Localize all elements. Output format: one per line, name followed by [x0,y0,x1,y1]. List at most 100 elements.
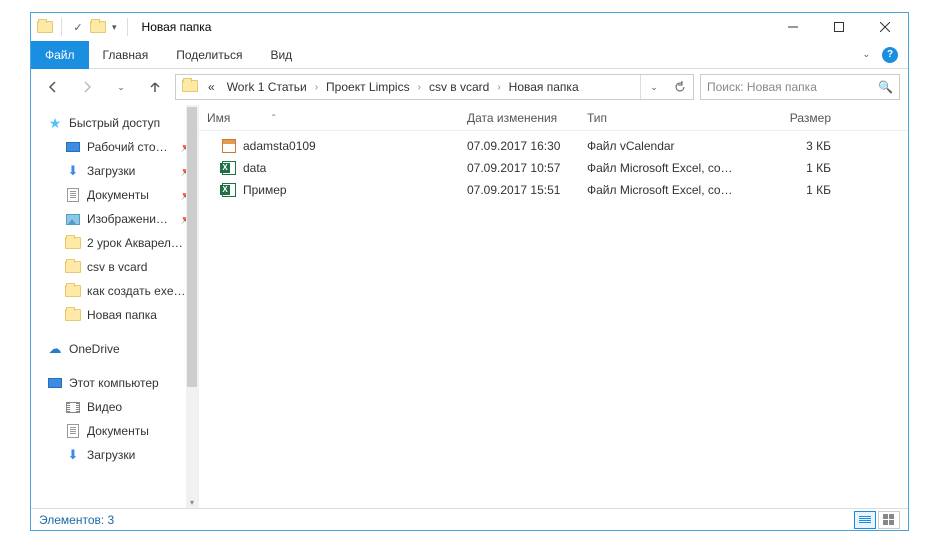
sidebar-downloads[interactable]: ⬇Загрузки📌 [31,159,198,183]
nav-label: csv в vcard [87,260,147,274]
sidebar-folder-2[interactable]: csv в vcard [31,255,198,279]
properties-icon[interactable]: ✓ [70,19,86,35]
address-history-dropdown[interactable]: ⌄ [641,75,667,99]
desktop-icon [65,139,81,155]
sidebar-quick-access[interactable]: ★ Быстрый доступ [31,111,198,135]
nav-label: Этот компьютер [69,376,159,390]
sidebar-folder-1[interactable]: 2 урок Акварел… [31,231,198,255]
nav-label: Документы [87,188,149,202]
chevron-right-icon[interactable]: › [416,82,423,93]
search-input[interactable] [707,80,878,94]
video-icon [65,399,81,415]
download-icon: ⬇ [65,447,81,463]
star-icon: ★ [47,115,63,131]
tab-share[interactable]: Поделиться [162,41,256,69]
address-folder-icon [176,80,202,95]
nav-label: как создать exe… [87,284,186,298]
file-row[interactable]: adamsta010907.09.2017 16:30Файл vCalenda… [199,135,908,157]
scrollbar-down-icon[interactable]: ▾ [186,496,198,508]
qat-folder-icon[interactable] [90,19,106,35]
column-size[interactable]: Размер [759,105,839,130]
breadcrumb-3[interactable]: Новая папка [503,75,585,99]
nav-scrollbar[interactable]: ▾ [186,105,198,508]
column-headers: Имя⌃ Дата изменения Тип Размер [199,105,908,131]
tab-view[interactable]: Вид [256,41,306,69]
pc-icon [47,375,63,391]
file-list-pane: Имя⌃ Дата изменения Тип Размер adamsta01… [199,105,908,508]
nav-label: Видео [87,400,122,414]
file-row[interactable]: data 07.09.2017 10:57Файл Microsoft Excel… [199,157,908,179]
file-type: Файл Microsoft Excel, co… [579,179,759,201]
sidebar-downloads-2[interactable]: ⬇ Загрузки [31,443,198,467]
column-name[interactable]: Имя⌃ [199,105,459,130]
folder-icon [37,19,53,35]
nav-label: Изображени… [87,212,168,226]
qat-dropdown-icon[interactable]: ▾ [110,22,119,33]
column-date[interactable]: Дата изменения [459,105,579,130]
sort-indicator-icon: ⌃ [270,113,277,122]
vcal-icon [221,138,237,154]
nav-label: 2 урок Акварел… [87,236,183,250]
file-name: adamsta0109 [243,139,316,153]
view-details-button[interactable] [854,511,876,529]
close-button[interactable] [862,13,908,41]
ribbon-tabs: Файл Главная Поделиться Вид ⌄ ? [31,41,908,69]
search-icon[interactable]: 🔍 [878,80,893,94]
sidebar-folder-4[interactable]: Новая папка [31,303,198,327]
forward-button[interactable] [73,73,101,101]
back-button[interactable] [39,73,67,101]
help-icon[interactable]: ? [882,47,898,63]
title-bar: ✓ ▾ Новая папка [31,13,908,41]
view-large-button[interactable] [878,511,900,529]
sidebar-folder-3[interactable]: как создать exe… [31,279,198,303]
file-row[interactable]: Пример07.09.2017 15:51Файл Microsoft Exc… [199,179,908,201]
recent-dropdown[interactable]: ⌄ [107,73,135,101]
tab-file[interactable]: Файл [31,41,89,69]
tab-home[interactable]: Главная [89,41,163,69]
item-count: Элементов: 3 [39,513,114,527]
breadcrumb-0[interactable]: Work 1 Статьи [221,75,313,99]
column-type[interactable]: Тип [579,105,759,130]
nav-label: Загрузки [87,448,135,462]
nav-label: Быстрый доступ [69,116,160,130]
file-type: Файл Microsoft Excel, co… [579,157,759,179]
address-row: ⌄ « Work 1 Статьи› Проект Limpics› csv в… [31,69,908,105]
sidebar-documents-2[interactable]: Документы [31,419,198,443]
excel-icon [221,182,237,198]
sidebar-onedrive[interactable]: ☁OneDrive [31,337,198,361]
address-bar[interactable]: « Work 1 Статьи› Проект Limpics› csv в v… [175,74,694,100]
minimize-button[interactable] [770,13,816,41]
up-button[interactable] [141,73,169,101]
file-date: 07.09.2017 10:57 [459,157,579,179]
nav-label: Рабочий сто… [87,140,168,154]
chevron-right-icon[interactable]: › [495,82,502,93]
breadcrumb-2[interactable]: csv в vcard [423,75,495,99]
maximize-button[interactable] [816,13,862,41]
ribbon-collapse-icon[interactable]: ⌄ [860,49,872,60]
nav-label: Загрузки [87,164,135,178]
file-date: 07.09.2017 15:51 [459,179,579,201]
sidebar-desktop[interactable]: Рабочий сто…📌 [31,135,198,159]
navigation-pane: ★Быстрый доступ Рабочий сто…📌 ⬇Загрузки📌… [31,105,199,508]
main-content: ★Быстрый доступ Рабочий сто…📌 ⬇Загрузки📌… [31,105,908,508]
file-size: 3 КБ [759,135,839,157]
chevron-right-icon[interactable]: › [313,82,320,93]
refresh-button[interactable] [667,75,693,99]
file-date: 07.09.2017 16:30 [459,135,579,157]
sidebar-documents[interactable]: Документы📌 [31,183,198,207]
file-name: data [243,161,266,175]
details-view-icon [859,516,871,523]
sidebar-video[interactable]: Видео [31,395,198,419]
excel-icon [221,160,237,176]
breadcrumb-prefix[interactable]: « [202,75,221,99]
search-box[interactable]: 🔍 [700,74,900,100]
explorer-window: ✓ ▾ Новая папка Файл Главная Поделиться … [30,12,909,531]
document-icon [65,187,81,203]
pictures-icon [65,211,81,227]
download-icon: ⬇ [65,163,81,179]
scrollbar-thumb[interactable] [187,107,197,387]
sidebar-pictures[interactable]: Изображени…📌 [31,207,198,231]
file-size: 1 КБ [759,179,839,201]
breadcrumb-1[interactable]: Проект Limpics [320,75,416,99]
sidebar-this-pc[interactable]: Этот компьютер [31,371,198,395]
